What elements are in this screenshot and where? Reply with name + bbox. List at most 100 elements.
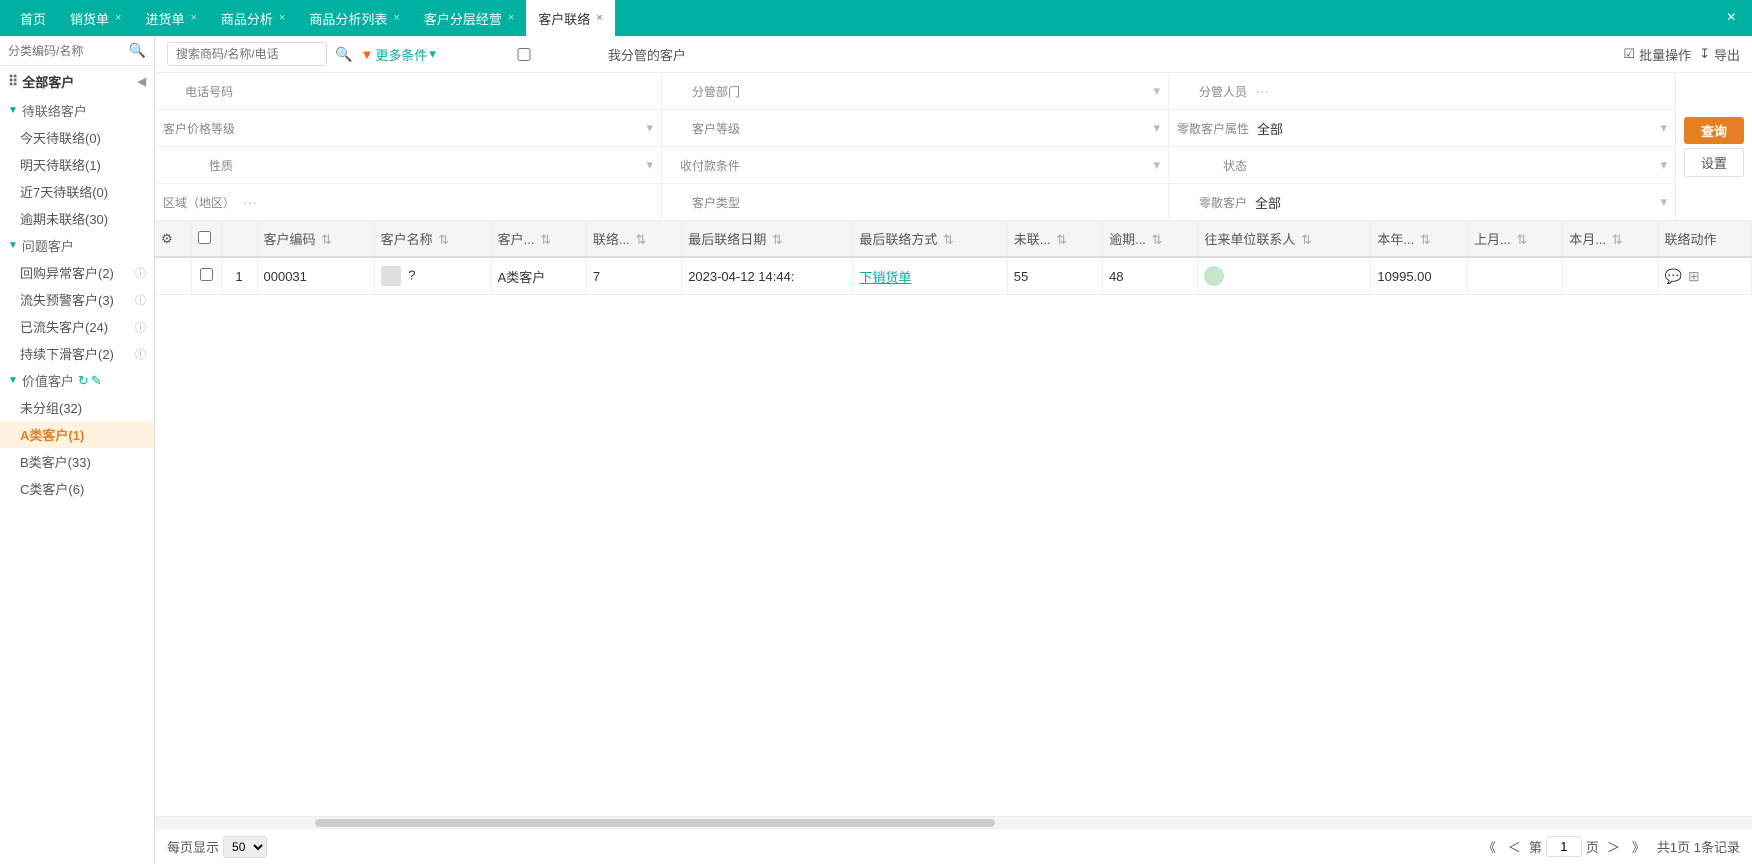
nav-purchase-close[interactable]: × bbox=[190, 12, 196, 24]
row-checkbox[interactable] bbox=[200, 268, 213, 281]
sidebar-item-class-b[interactable]: B类客户(33) bbox=[0, 448, 154, 475]
filter-price-level-select[interactable]: ▾ bbox=[243, 120, 653, 136]
th-code-sort-icon[interactable]: ⇅ bbox=[321, 232, 332, 247]
nav-product-analysis-close[interactable]: × bbox=[279, 12, 285, 24]
comment-action-icon[interactable]: 💬 bbox=[1665, 268, 1682, 285]
filter-region[interactable]: 区域（地区） ··· bbox=[155, 184, 662, 220]
sidebar-item-churned[interactable]: 已流失客户(24) ⓘ bbox=[0, 313, 154, 340]
th-last-month-sort-icon[interactable]: ⇅ bbox=[1516, 232, 1527, 247]
last-page-button[interactable]: 》 bbox=[1628, 835, 1649, 858]
filter-region-value[interactable]: ··· bbox=[243, 194, 653, 210]
nav-customer-segment-close[interactable]: × bbox=[508, 12, 514, 24]
th-no-days-sort-icon[interactable]: ⇅ bbox=[1056, 232, 1067, 247]
th-person[interactable]: 往来单位联系人 ⇅ bbox=[1198, 221, 1371, 257]
query-button[interactable]: 查询 bbox=[1684, 117, 1744, 144]
th-person-sort-icon[interactable]: ⇅ bbox=[1301, 232, 1312, 247]
filter-retail-customer[interactable]: 零散客户 全部 ▾ bbox=[1169, 184, 1675, 220]
sidebar-item-churn-warning[interactable]: 流失预警客户(3) ⓘ bbox=[0, 286, 154, 313]
filter-manager-dots-icon[interactable]: ··· bbox=[1255, 83, 1269, 99]
sidebar-item-repurchase[interactable]: 回购异常客户(2) ⓘ bbox=[0, 259, 154, 286]
sidebar-value-edit-icon[interactable]: ✎ bbox=[91, 373, 102, 389]
filter-customer-level-select[interactable]: ▾ bbox=[748, 120, 1160, 136]
filter-customer-type[interactable]: 客户类型 bbox=[662, 184, 1169, 220]
filter-status[interactable]: 状态 ▾ bbox=[1169, 147, 1675, 183]
sidebar-item-tomorrow[interactable]: 明天待联络(1) bbox=[0, 151, 154, 178]
nav-sales[interactable]: 销货单 × bbox=[58, 0, 133, 36]
next-page-button[interactable]: ＞ bbox=[1603, 835, 1624, 858]
th-last-month[interactable]: 上月... ⇅ bbox=[1467, 221, 1562, 257]
th-no-days[interactable]: 未联... ⇅ bbox=[1007, 221, 1102, 257]
filter-region-dots-icon[interactable]: ··· bbox=[243, 194, 257, 210]
page-number-input[interactable] bbox=[1546, 836, 1582, 857]
sidebar-search-input[interactable] bbox=[8, 44, 129, 58]
main-search-icon[interactable]: 🔍 bbox=[335, 46, 352, 63]
filter-retail-customer-select[interactable]: 全部 ▾ bbox=[1255, 193, 1667, 212]
filter-nature[interactable]: 性质 ▾ bbox=[155, 147, 662, 183]
filter-payment-select[interactable]: ▾ bbox=[748, 157, 1160, 173]
sidebar-item-class-a[interactable]: A类客户(1) bbox=[0, 421, 154, 448]
th-last-date[interactable]: 最后联络日期 ⇅ bbox=[682, 221, 853, 257]
per-page-select[interactable]: 50 bbox=[223, 836, 267, 858]
sidebar-value-refresh-icon[interactable]: ↻ bbox=[78, 373, 89, 389]
filter-retail-attr[interactable]: 零散客户属性 全部 ▾ bbox=[1169, 110, 1675, 146]
nav-customer-contact[interactable]: 客户联络 × bbox=[526, 0, 614, 36]
filter-nature-select[interactable]: ▾ bbox=[241, 157, 653, 173]
more-conditions-button[interactable]: ▼ 更多条件 ▾ bbox=[360, 45, 435, 64]
filter-payment[interactable]: 收付款条件 ▾ bbox=[662, 147, 1169, 183]
sidebar-all-customers[interactable]: ⠿ 全部客户 ◀ bbox=[0, 66, 154, 97]
filter-manager-value[interactable]: ··· bbox=[1255, 83, 1667, 99]
filter-manager[interactable]: 分管人员 ··· bbox=[1169, 73, 1675, 109]
th-overdue[interactable]: 逾期... ⇅ bbox=[1103, 221, 1198, 257]
th-type-sort-icon[interactable]: ⇅ bbox=[540, 232, 551, 247]
th-contact[interactable]: 联络... ⇅ bbox=[586, 221, 681, 257]
sidebar-item-unclassified[interactable]: 未分组(32) bbox=[0, 394, 154, 421]
td-name[interactable]: ? bbox=[374, 257, 491, 295]
filter-retail-attr-select[interactable]: 全部 ▾ bbox=[1257, 119, 1667, 138]
window-close-button[interactable]: × bbox=[1719, 9, 1744, 27]
main-search-input[interactable] bbox=[167, 42, 327, 66]
filter-dept[interactable]: 分管部门 ▾ bbox=[662, 73, 1169, 109]
qr-action-icon[interactable]: ⊞ bbox=[1688, 268, 1700, 285]
nav-product-list-close[interactable]: × bbox=[393, 12, 399, 24]
nav-home[interactable]: 首页 bbox=[8, 0, 58, 36]
th-contact-sort-icon[interactable]: ⇅ bbox=[635, 232, 646, 247]
th-this-month-sort-icon[interactable]: ⇅ bbox=[1612, 232, 1623, 247]
sidebar-item-class-c[interactable]: C类客户(6) bbox=[0, 475, 154, 502]
first-page-button[interactable]: 《 bbox=[1479, 835, 1500, 858]
sidebar-pending-section[interactable]: ▼ 待联络客户 bbox=[0, 97, 154, 124]
th-settings[interactable]: ⚙ bbox=[155, 221, 191, 257]
td-gear[interactable] bbox=[155, 257, 191, 295]
export-button[interactable]: ↧ 导出 bbox=[1699, 45, 1740, 64]
sidebar-item-declining[interactable]: 持续下滑客户(2) ⓘ bbox=[0, 340, 154, 367]
horizontal-scroll-thumb[interactable] bbox=[315, 819, 995, 827]
th-type[interactable]: 客户... ⇅ bbox=[491, 221, 586, 257]
prev-page-button[interactable]: ＜ bbox=[1504, 835, 1525, 858]
td-last-method[interactable]: 下销货单 bbox=[853, 257, 1007, 295]
nav-sales-close[interactable]: × bbox=[115, 12, 121, 24]
th-checkbox[interactable] bbox=[191, 221, 221, 257]
nav-product-list[interactable]: 商品分析列表 × bbox=[297, 0, 411, 36]
th-this-year-sort-icon[interactable]: ⇅ bbox=[1420, 232, 1431, 247]
sidebar-problem-section[interactable]: ▼ 问题客户 bbox=[0, 232, 154, 259]
sidebar-item-overdue[interactable]: 逾期未联络(30) bbox=[0, 205, 154, 232]
batch-operation-button[interactable]: ☑ 批量操作 bbox=[1623, 45, 1691, 64]
filter-customer-level[interactable]: 客户等级 ▾ bbox=[662, 110, 1169, 146]
nav-purchase[interactable]: 进货单 × bbox=[133, 0, 208, 36]
horizontal-scrollbar[interactable] bbox=[155, 816, 1752, 828]
my-customers-checkbox[interactable] bbox=[444, 48, 604, 61]
filter-phone-input[interactable] bbox=[241, 84, 653, 98]
th-last-method[interactable]: 最后联络方式 ⇅ bbox=[853, 221, 1007, 257]
th-code[interactable]: 客户编码 ⇅ bbox=[257, 221, 374, 257]
sidebar-value-section[interactable]: ▼ 价值客户 ↻ ✎ bbox=[0, 367, 154, 394]
sidebar-search-icon[interactable]: 🔍 bbox=[129, 42, 146, 59]
th-this-month[interactable]: 本月... ⇅ bbox=[1563, 221, 1658, 257]
filter-price-level[interactable]: 客户价格等级 ▾ bbox=[155, 110, 662, 146]
sidebar-item-today[interactable]: 今天待联络(0) bbox=[0, 124, 154, 151]
td-checkbox[interactable] bbox=[191, 257, 221, 295]
th-name[interactable]: 客户名称 ⇅ bbox=[374, 221, 491, 257]
th-this-year[interactable]: 本年... ⇅ bbox=[1371, 221, 1468, 257]
th-overdue-sort-icon[interactable]: ⇅ bbox=[1152, 232, 1163, 247]
nav-customer-contact-close[interactable]: × bbox=[596, 12, 602, 24]
settings-button[interactable]: 设置 bbox=[1684, 148, 1744, 177]
th-last-date-sort-icon[interactable]: ⇅ bbox=[772, 232, 783, 247]
